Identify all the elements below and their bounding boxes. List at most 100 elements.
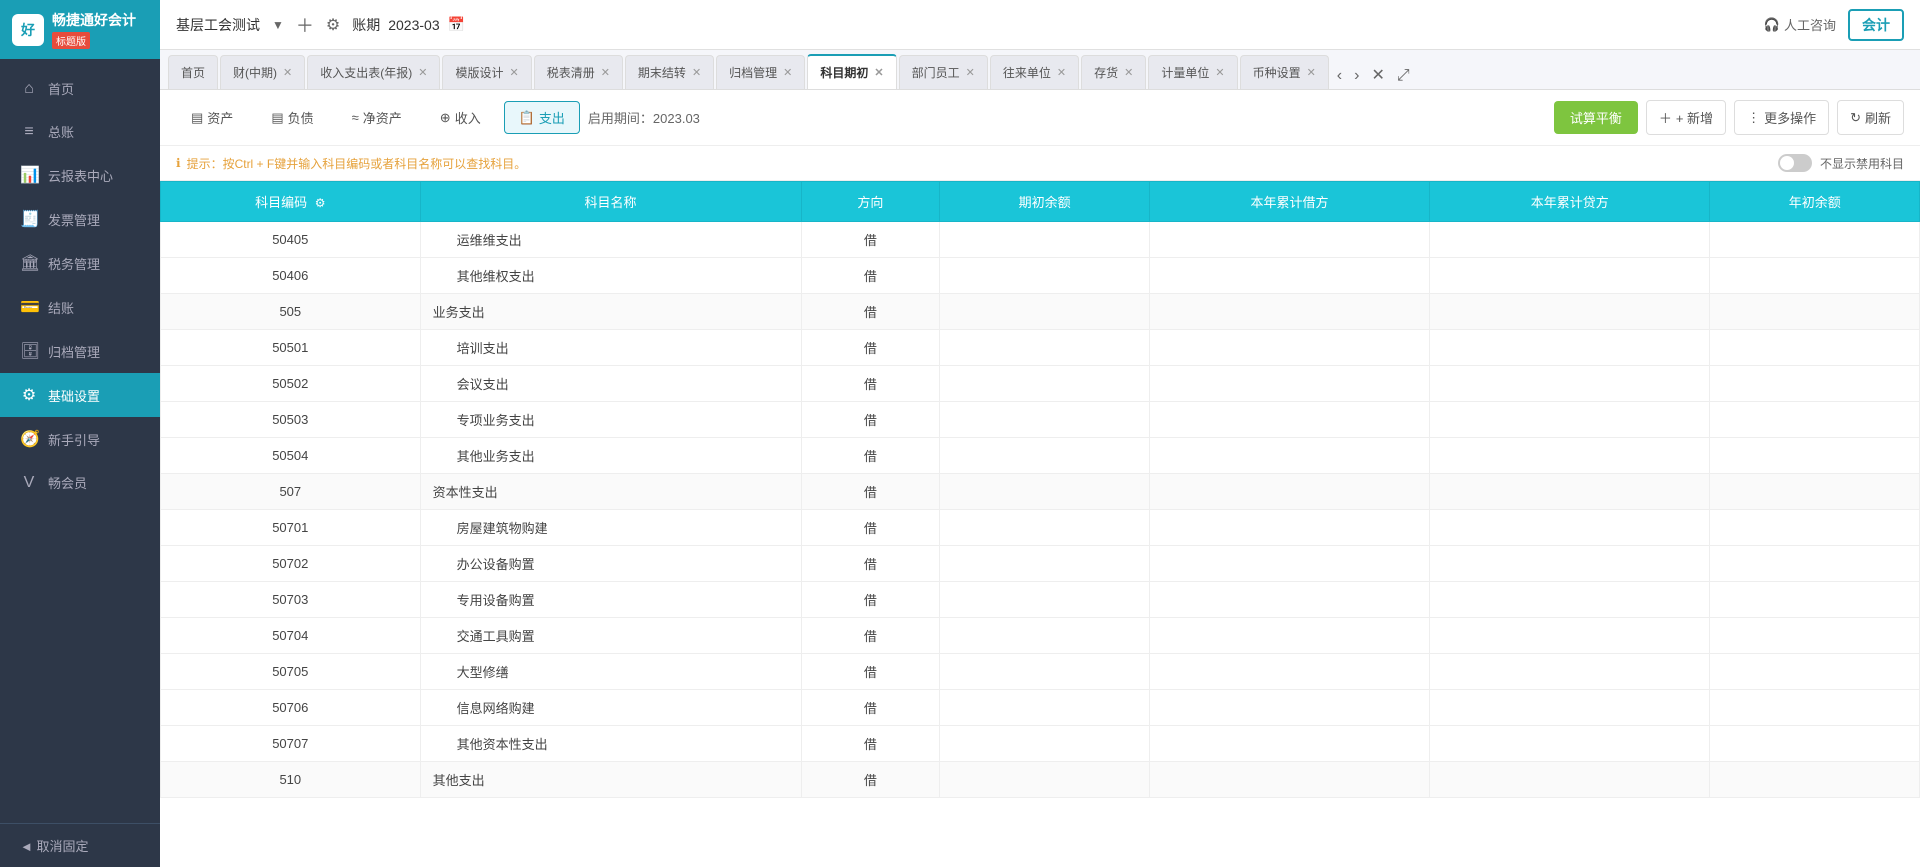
table-row[interactable]: 507 资本性支出 借: [161, 474, 1920, 510]
tab-dept[interactable]: 部门员工 ✕: [899, 55, 988, 89]
tab-stock-close[interactable]: ✕: [1124, 66, 1133, 79]
table-row[interactable]: 50501 培训支出 借: [161, 330, 1920, 366]
table-row[interactable]: 50503 专项业务支出 借: [161, 402, 1920, 438]
balance-button[interactable]: 试算平衡: [1554, 101, 1638, 134]
cell-code: 507: [161, 474, 421, 510]
member-icon: V: [20, 474, 38, 492]
tab-taxsheet-close[interactable]: ✕: [601, 66, 610, 79]
cell-ytd-debit: [1149, 582, 1429, 618]
table-row[interactable]: 510 其他支出 借: [161, 762, 1920, 798]
tab-currency-label: 币种设置: [1253, 64, 1301, 81]
sidebar-item-settings[interactable]: ⚙ 基础设置: [0, 373, 160, 417]
tab-currency-close[interactable]: ✕: [1307, 66, 1316, 79]
tab-taxsheet[interactable]: 税表清册 ✕: [534, 55, 623, 89]
tab-annual-label: 收入支出表(年报): [320, 64, 412, 81]
col-code-settings-icon[interactable]: ⚙: [315, 196, 326, 210]
add-project-icon[interactable]: ＋: [296, 12, 314, 38]
sidebar-item-ledger[interactable]: ≡ 总账: [0, 110, 160, 153]
table-row[interactable]: 50502 会议支出 借: [161, 366, 1920, 402]
table-row[interactable]: 50707 其他资本性支出 借: [161, 726, 1920, 762]
sidebar-item-reports-label: 云报表中心: [48, 166, 113, 185]
tab-partner-close[interactable]: ✕: [1057, 66, 1066, 79]
tab-unit[interactable]: 计量单位 ✕: [1148, 55, 1237, 89]
sidebar-item-reports[interactable]: 📊 云报表中心: [0, 153, 160, 197]
tab-subject-init[interactable]: 科目期初 ✕: [807, 54, 896, 89]
cell-year-opening: [1710, 690, 1920, 726]
tab-archive[interactable]: 归档管理 ✕: [716, 55, 805, 89]
table-row[interactable]: 50405 运维维支出 借: [161, 222, 1920, 258]
tab-annual-close[interactable]: ✕: [418, 66, 427, 79]
filter-tab-income[interactable]: ⊕ 收入: [425, 101, 496, 134]
table-row[interactable]: 50701 房屋建筑物购建 借: [161, 510, 1920, 546]
sidebar-item-settlement[interactable]: 💳 结账: [0, 285, 160, 329]
add-button[interactable]: ＋ + 新增: [1646, 100, 1726, 135]
sidebar-item-home[interactable]: ⌂ 首页: [0, 67, 160, 110]
cell-direction: 借: [801, 726, 940, 762]
table-row[interactable]: 50705 大型修缮 借: [161, 654, 1920, 690]
tab-mid-close[interactable]: ✕: [283, 66, 292, 79]
cell-ytd-debit: [1149, 402, 1429, 438]
tab-annual[interactable]: 收入支出表(年报) ✕: [307, 55, 440, 89]
sidebar-item-tax[interactable]: 🏛 税务管理: [0, 241, 160, 285]
table-row[interactable]: 50703 专用设备购置 借: [161, 582, 1920, 618]
tab-stock[interactable]: 存货 ✕: [1081, 55, 1146, 89]
tab-period-end-close[interactable]: ✕: [692, 66, 701, 79]
cell-ytd-credit: [1430, 762, 1710, 798]
tab-currency[interactable]: 币种设置 ✕: [1240, 55, 1329, 89]
sidebar-item-invoice[interactable]: 🧾 发票管理: [0, 197, 160, 241]
tab-nav-next[interactable]: ›: [1348, 63, 1365, 89]
more-button[interactable]: ⋮ 更多操作: [1734, 100, 1829, 135]
filter-tab-liability[interactable]: ▤ 负债: [256, 101, 328, 134]
table-row[interactable]: 50504 其他业务支出 借: [161, 438, 1920, 474]
refresh-icon: ↻: [1850, 110, 1861, 126]
filter-tab-asset[interactable]: ▤ 资产: [176, 101, 248, 134]
disable-toggle[interactable]: [1778, 154, 1812, 172]
cell-opening: [940, 474, 1150, 510]
tab-home[interactable]: 首页: [168, 55, 218, 89]
refresh-button[interactable]: ↻ 刷新: [1837, 100, 1904, 135]
sidebar-collapse-btn[interactable]: ◄ 取消固定: [0, 823, 160, 867]
cell-name: 业务支出: [420, 294, 801, 330]
sidebar-item-archive[interactable]: 🗄 归档管理: [0, 329, 160, 373]
tab-nav-prev[interactable]: ‹: [1331, 63, 1348, 89]
sidebar-item-member[interactable]: V 畅会员: [0, 461, 160, 504]
cell-direction: 借: [801, 474, 940, 510]
cell-code: 50703: [161, 582, 421, 618]
tab-template-close[interactable]: ✕: [509, 66, 518, 79]
tab-period-end[interactable]: 期末结转 ✕: [625, 55, 714, 89]
tab-close-all[interactable]: ✕: [1365, 61, 1390, 89]
topbar-settings-icon[interactable]: ⚙: [326, 15, 340, 35]
table-row[interactable]: 50706 信息网络购建 借: [161, 690, 1920, 726]
table-row[interactable]: 50702 办公设备购置 借: [161, 546, 1920, 582]
cell-year-opening: [1710, 402, 1920, 438]
tab-unit-close[interactable]: ✕: [1215, 66, 1224, 79]
project-name[interactable]: 基层工会测试: [176, 15, 260, 35]
sidebar-item-home-label: 首页: [48, 79, 74, 98]
table-row[interactable]: 505 业务支出 借: [161, 294, 1920, 330]
tab-expand[interactable]: ⤢: [1391, 63, 1416, 89]
user-role-button[interactable]: 会计: [1848, 9, 1904, 41]
ledger-icon: ≡: [20, 123, 38, 141]
project-dropdown-icon[interactable]: ▼: [272, 18, 284, 32]
tab-template[interactable]: 模版设计 ✕: [442, 55, 531, 89]
expenditure-filter-icon: 📋: [519, 110, 535, 126]
cell-direction: 借: [801, 330, 940, 366]
calendar-icon[interactable]: 📅: [448, 16, 465, 33]
sidebar-item-guide[interactable]: 🧭 新手引导: [0, 417, 160, 461]
sidebar-item-settings-label: 基础设置: [48, 386, 100, 405]
cell-name: 运维维支出: [420, 222, 801, 258]
help-btn[interactable]: 🎧 人工咨询: [1764, 15, 1836, 34]
table-row[interactable]: 50406 其他维权支出 借: [161, 258, 1920, 294]
tab-archive-close[interactable]: ✕: [783, 66, 792, 79]
tab-partner[interactable]: 往来单位 ✕: [990, 55, 1079, 89]
tab-dept-close[interactable]: ✕: [966, 66, 975, 79]
filter-tab-net-asset[interactable]: ≈ 净资产: [337, 101, 417, 134]
cell-ytd-debit: [1149, 762, 1429, 798]
cell-code: 505: [161, 294, 421, 330]
table-row[interactable]: 50704 交通工具购置 借: [161, 618, 1920, 654]
period-area: 账期 2023-03 📅: [352, 15, 465, 35]
tab-mid[interactable]: 财(中期) ✕: [220, 55, 305, 89]
cell-ytd-credit: [1430, 330, 1710, 366]
tab-subject-init-close[interactable]: ✕: [874, 66, 883, 79]
filter-tab-expenditure[interactable]: 📋 支出: [504, 101, 580, 134]
